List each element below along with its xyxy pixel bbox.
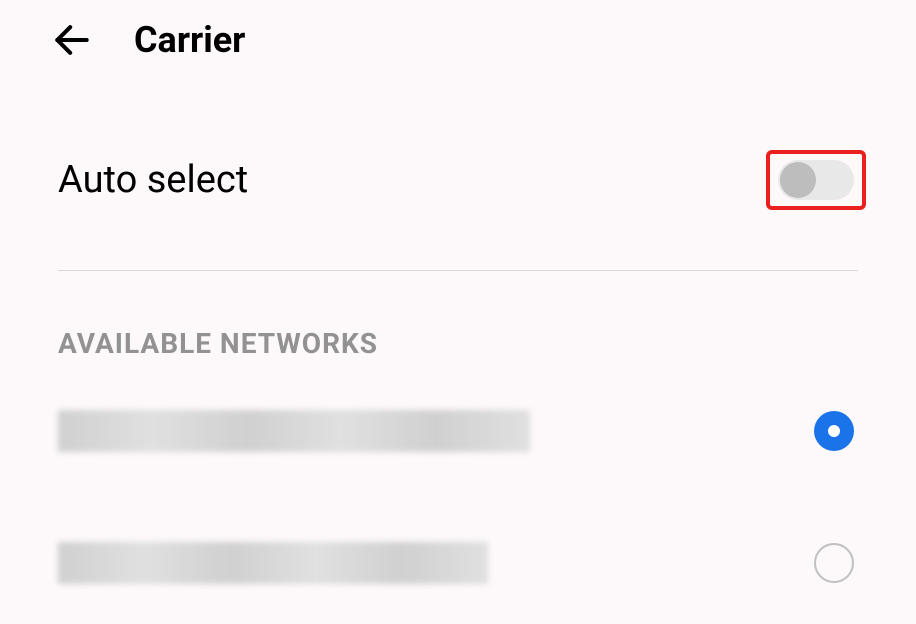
network-label	[58, 410, 530, 452]
available-networks-heading: AVAILABLE NETWORKS	[0, 271, 916, 360]
radio-selected-icon[interactable]	[814, 411, 854, 451]
auto-select-toggle-highlight[interactable]	[766, 150, 866, 210]
page-title: Carrier	[134, 19, 245, 61]
network-label	[58, 542, 488, 584]
header: Carrier	[0, 0, 916, 80]
radio-unselected-icon[interactable]	[814, 543, 854, 583]
toggle-knob	[780, 162, 816, 198]
toggle-track	[778, 160, 854, 200]
auto-select-row[interactable]: Auto select	[0, 80, 916, 250]
network-row-0[interactable]	[0, 360, 916, 492]
network-row-1[interactable]	[0, 492, 916, 624]
back-arrow-icon[interactable]	[50, 18, 94, 62]
auto-select-label: Auto select	[58, 158, 248, 202]
